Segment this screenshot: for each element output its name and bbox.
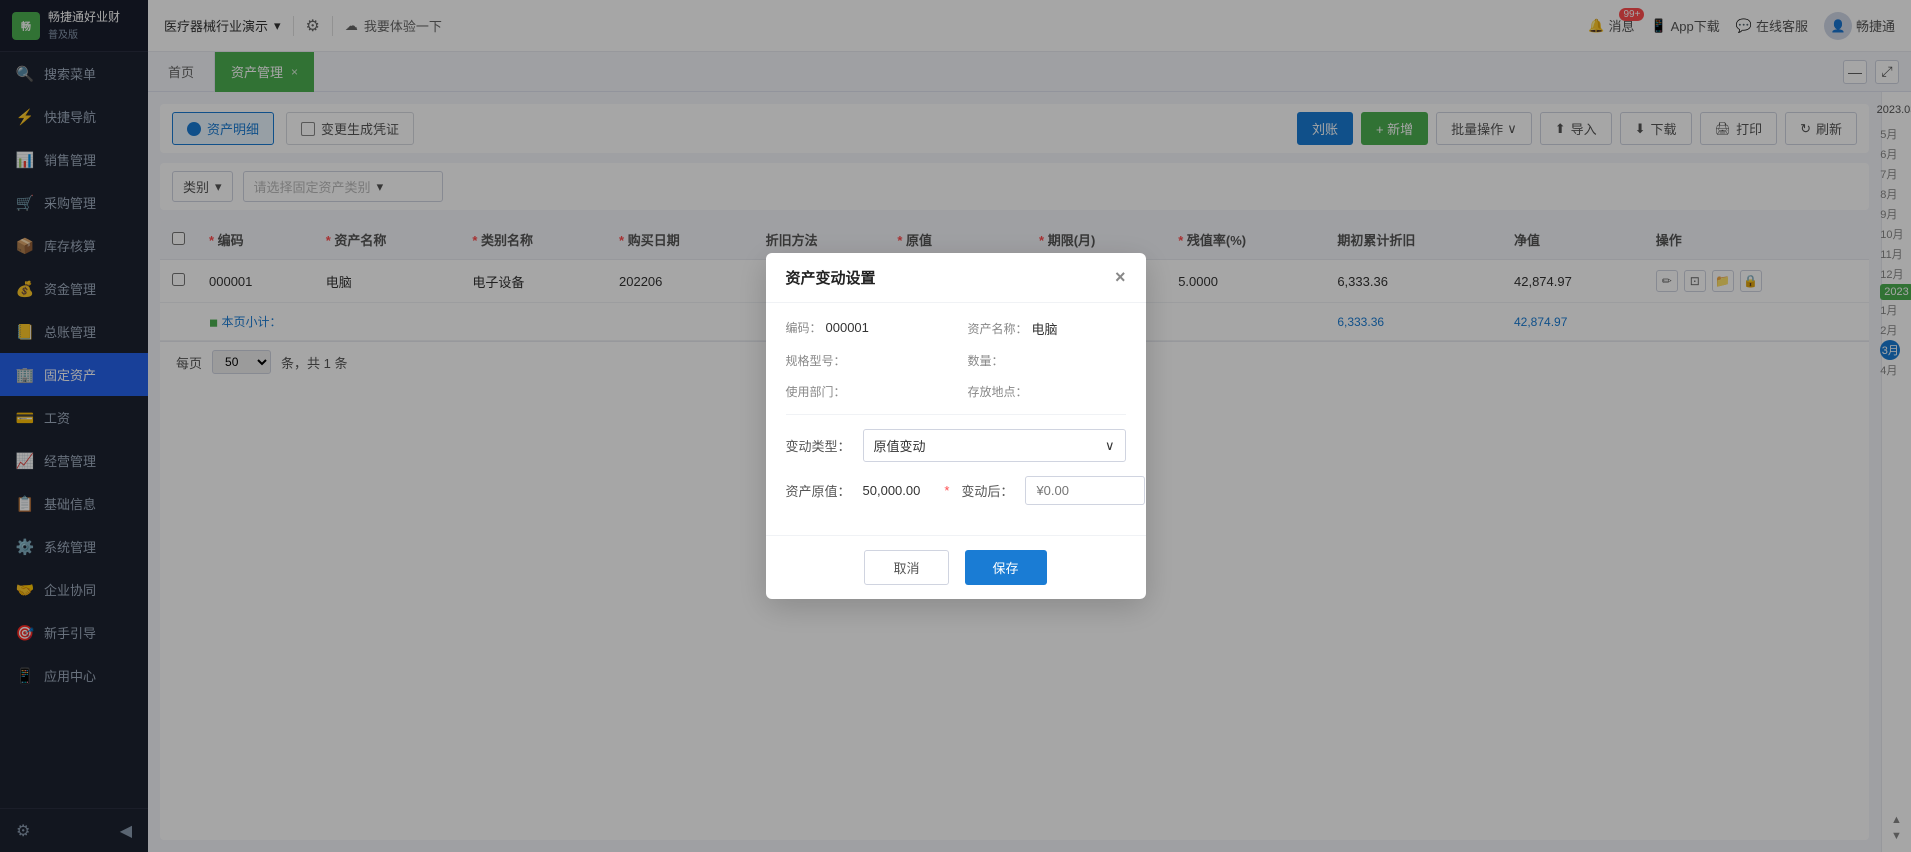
dialog-field-spec: 规格型号：: [786, 352, 944, 369]
change-type-label: 变动类型：: [786, 436, 851, 455]
dialog-row-3: 使用部门： 存放地点：: [786, 383, 1126, 400]
dialog-overlay: 资产变动设置 × 编码： 000001 资产名称： 电脑: [0, 0, 1911, 852]
dialog-change-type-row: 变动类型： 原值变动 ∨: [786, 429, 1126, 462]
after-value-input[interactable]: [1025, 476, 1145, 505]
change-type-select[interactable]: 原值变动 ∨: [863, 429, 1126, 462]
dialog-body: 编码： 000001 资产名称： 电脑 规格型号：: [766, 303, 1146, 535]
dialog-field-dept: 使用部门：: [786, 383, 944, 400]
dialog-footer: 取消 保存: [766, 535, 1146, 599]
original-value: 50,000.00: [863, 483, 921, 498]
dialog-header: 资产变动设置 ×: [766, 253, 1146, 303]
name-label: 资产名称：: [968, 320, 1028, 337]
dialog-row-1: 编码： 000001 资产名称： 电脑: [786, 319, 1126, 338]
change-type-value: 原值变动: [874, 436, 926, 455]
location-label: 存放地点：: [968, 383, 1028, 400]
dialog-value-row: 资产原值： 50,000.00 * 变动后：: [786, 476, 1126, 505]
dept-label: 使用部门：: [786, 383, 846, 400]
cancel-button[interactable]: 取消: [864, 550, 948, 585]
quantity-label: 数量：: [968, 352, 1004, 369]
dialog-field-name: 资产名称： 电脑: [968, 319, 1126, 338]
dialog-close-btn[interactable]: ×: [1115, 267, 1126, 288]
change-type-arrow: ∨: [1105, 438, 1115, 454]
dialog-title: 资产变动设置: [786, 267, 876, 288]
save-button[interactable]: 保存: [965, 550, 1047, 585]
required-star: *: [944, 483, 949, 498]
dialog-field-code: 编码： 000001: [786, 319, 944, 338]
code-value: 000001: [826, 320, 869, 335]
dialog-row-2: 规格型号： 数量：: [786, 352, 1126, 369]
original-value-label: 资产原值：: [786, 481, 851, 500]
name-value: 电脑: [1032, 319, 1058, 338]
asset-change-dialog: 资产变动设置 × 编码： 000001 资产名称： 电脑: [766, 253, 1146, 599]
spec-label: 规格型号：: [786, 352, 846, 369]
code-label: 编码：: [786, 319, 822, 336]
dialog-field-quantity: 数量：: [968, 352, 1126, 369]
after-label: 变动后：: [961, 481, 1013, 500]
dialog-divider: [786, 414, 1126, 415]
dialog-field-location: 存放地点：: [968, 383, 1126, 400]
